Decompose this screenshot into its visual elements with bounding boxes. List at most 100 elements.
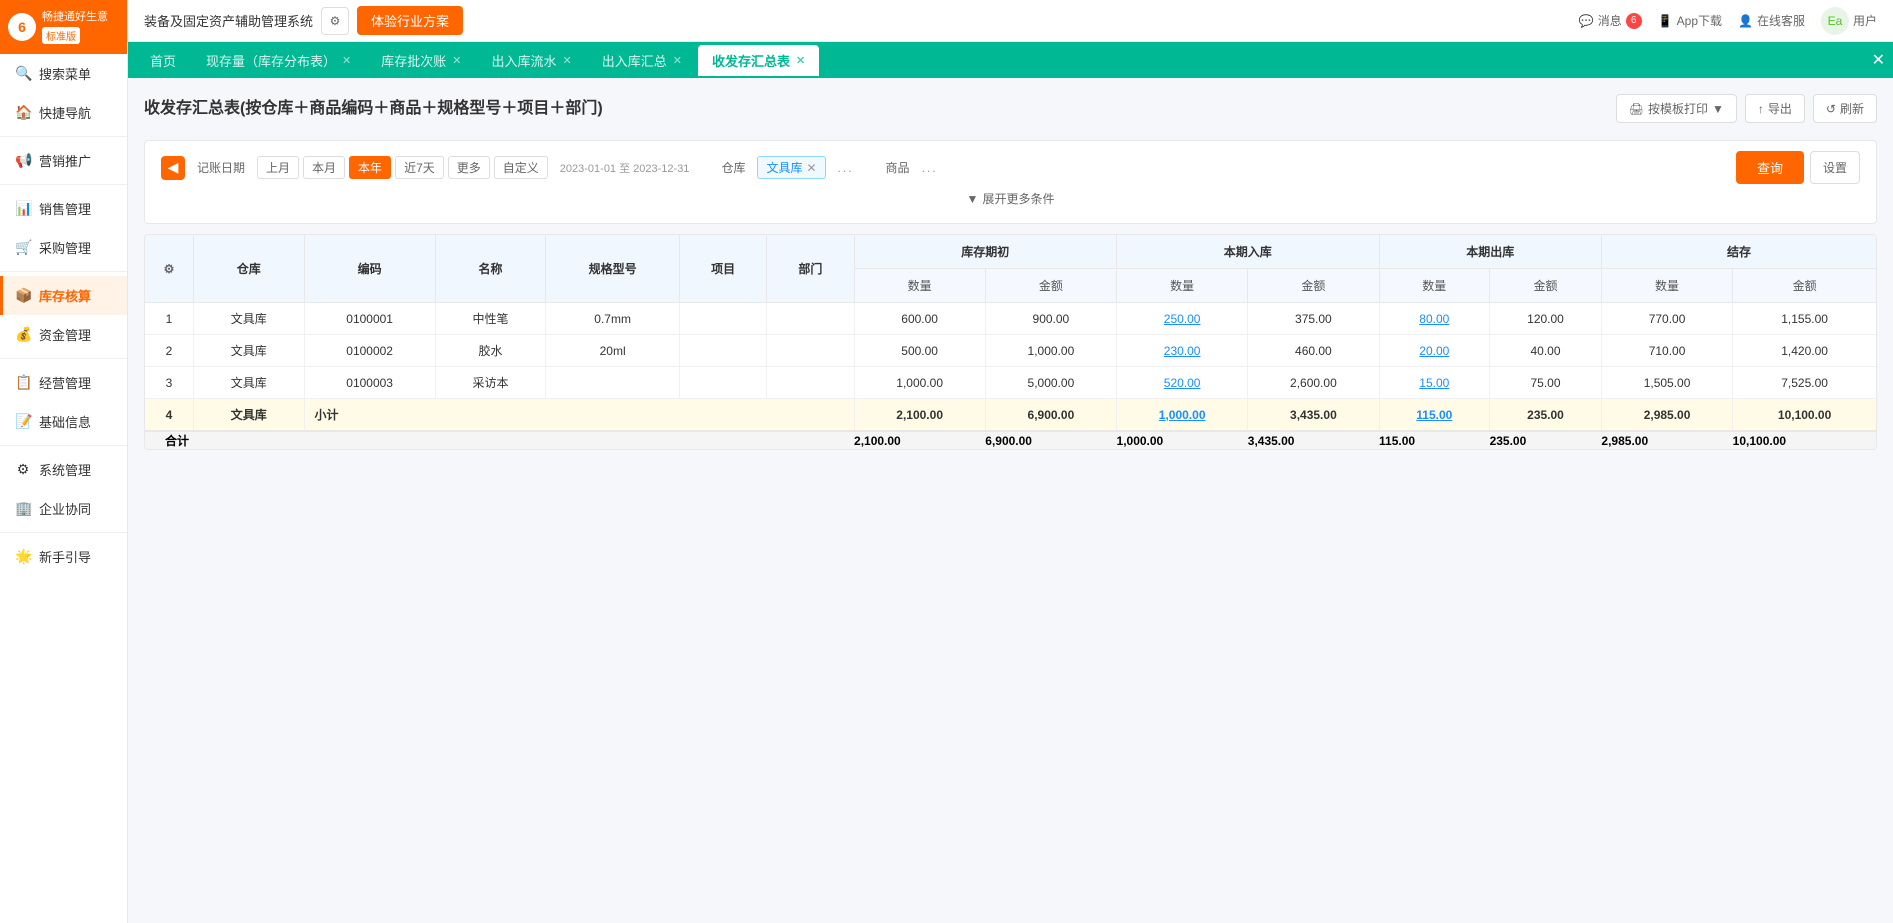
subtotal-in-qty[interactable]: 1,000.00: [1117, 399, 1248, 432]
tab-2[interactable]: 库存批次账✕: [367, 45, 475, 76]
print-button[interactable]: 🖨 按模板打印 ▼: [1616, 94, 1737, 123]
tab-5[interactable]: 收发存汇总表✕: [698, 45, 819, 76]
subtotal-balance-amt: 10,100.00: [1733, 399, 1876, 432]
basic-icon: 📝: [15, 413, 31, 430]
subtotal-out-qty[interactable]: 115.00: [1379, 399, 1490, 432]
tab-close-5[interactable]: ✕: [796, 54, 805, 67]
main-table: ⚙ 仓库 编码 名称 规格型号 项目 部门 库存期初 本期入库 本期出库 结存: [145, 235, 1876, 449]
inventory-icon: 📦: [15, 287, 31, 304]
date-btn-自定义[interactable]: 自定义: [494, 156, 548, 179]
messages-label: 消息: [1598, 12, 1622, 29]
cell-dept-2: [767, 367, 854, 399]
sidebar-item-purchase[interactable]: 🛒采购管理: [0, 228, 127, 267]
cell-out-qty-1[interactable]: 20.00: [1379, 335, 1490, 367]
filter-settings-button[interactable]: 设置: [1810, 151, 1860, 184]
sidebar-item-label-basic: 基础信息: [39, 412, 91, 431]
cell-in-amt-0: 375.00: [1248, 303, 1379, 335]
tab-close-1[interactable]: ✕: [342, 54, 351, 67]
sidebar-item-label-purchase: 采购管理: [39, 238, 91, 257]
table-header-row-1: ⚙ 仓库 编码 名称 规格型号 项目 部门 库存期初 本期入库 本期出库 结存: [145, 235, 1876, 269]
refresh-label: 刷新: [1840, 100, 1864, 117]
user-button[interactable]: Ea 用户: [1821, 7, 1877, 35]
print-arrow-icon: ▼: [1712, 102, 1724, 116]
sidebar-item-business[interactable]: 📋经营管理: [0, 363, 127, 402]
system-settings-button[interactable]: ⚙: [321, 7, 349, 35]
subtotal-in-amt: 3,435.00: [1248, 399, 1379, 432]
col-settings[interactable]: ⚙: [145, 235, 194, 303]
sidebar-item-label-enterprise: 企业协同: [39, 499, 91, 518]
tab-label-0: 首页: [150, 51, 176, 70]
table-row: 2 文具库 0100002 胶水 20ml 500.00 1,000.00 23…: [145, 335, 1876, 367]
trial-button[interactable]: 体验行业方案: [357, 6, 463, 35]
col-balance-amt: 金额: [1733, 269, 1876, 303]
cell-out-qty-2[interactable]: 15.00: [1379, 367, 1490, 399]
col-balance-qty: 数量: [1601, 269, 1732, 303]
cell-in-qty-2[interactable]: 520.00: [1117, 367, 1248, 399]
sidebar-item-label-search: 搜索菜单: [39, 64, 91, 83]
sidebar-item-quicknav[interactable]: 🏠快捷导航: [0, 93, 127, 132]
footer-balance-qty: 2,985.00: [1601, 431, 1732, 449]
warehouse-tag-close[interactable]: ✕: [806, 161, 816, 175]
online-service-button[interactable]: 👤 在线客服: [1738, 12, 1805, 29]
tab-close-2[interactable]: ✕: [452, 54, 461, 67]
sidebar-item-sales[interactable]: 📊销售管理: [0, 189, 127, 228]
tab-close-4[interactable]: ✕: [673, 54, 682, 67]
warehouse-more[interactable]: ...: [838, 161, 854, 175]
sidebar-item-basic[interactable]: 📝 基础信息: [0, 402, 127, 441]
col-project-header: 项目: [680, 235, 767, 303]
tab-3[interactable]: 出入库流水✕: [477, 45, 585, 76]
app-download-button[interactable]: 📱 App下载: [1658, 12, 1722, 29]
cell-opening-amt-2: 5,000.00: [985, 367, 1116, 399]
goods-more[interactable]: ...: [922, 161, 938, 175]
date-btn-更多[interactable]: 更多: [448, 156, 490, 179]
cell-code-0: 0100001: [304, 303, 435, 335]
quicknav-icon: 🏠: [15, 104, 31, 121]
main-area: 装备及固定资产辅助管理系统 ⚙ 体验行业方案 💬 消息 6 📱 App下载 👤 …: [128, 0, 1893, 923]
cell-dept-1: [767, 335, 854, 367]
sidebar-item-search[interactable]: 🔍搜索菜单: [0, 54, 127, 93]
tab-4[interactable]: 出入库汇总✕: [588, 45, 696, 76]
sales-icon: 📊: [15, 200, 31, 217]
sidebar-item-label-guide: 新手引导: [39, 547, 91, 566]
system-icon: ⚙: [15, 461, 31, 478]
date-btn-近7天[interactable]: 近7天: [395, 156, 444, 179]
date-btn-本年[interactable]: 本年: [349, 156, 391, 179]
messages-button[interactable]: 💬 消息 6: [1579, 12, 1642, 29]
cell-in-qty-1[interactable]: 230.00: [1117, 335, 1248, 367]
table-settings-icon[interactable]: ⚙: [155, 255, 183, 283]
warehouse-tag-value: 文具库: [766, 159, 802, 176]
col-in-header: 本期入库: [1117, 235, 1380, 269]
date-label: 记账日期: [197, 159, 245, 176]
date-btn-上月[interactable]: 上月: [257, 156, 299, 179]
sidebar-item-finance[interactable]: 💰资金管理: [0, 315, 127, 354]
cell-in-qty-0[interactable]: 250.00: [1117, 303, 1248, 335]
refresh-button[interactable]: ↺ 刷新: [1813, 94, 1877, 123]
cell-balance-amt-2: 7,525.00: [1733, 367, 1876, 399]
sidebar-item-label-system: 系统管理: [39, 460, 91, 479]
sidebar-item-guide[interactable]: 🌟新手引导: [0, 537, 127, 576]
tab-0[interactable]: 首页: [136, 45, 190, 76]
tab-label-1: 现存量（库存分布表）: [206, 51, 336, 70]
expand-more-button[interactable]: ▼ 展开更多条件: [161, 184, 1860, 213]
tab-bar: 首页现存量（库存分布表）✕库存批次账✕出入库流水✕出入库汇总✕收发存汇总表✕ ✕: [128, 42, 1893, 78]
sidebar-item-marketing[interactable]: 📢营销推广: [0, 141, 127, 180]
sidebar-item-system[interactable]: ⚙ 系统管理: [0, 450, 127, 489]
tab-close-3[interactable]: ✕: [563, 54, 572, 67]
export-label: 导出: [1768, 100, 1792, 117]
subtotal-seq: 4: [145, 399, 194, 432]
export-button[interactable]: ↑ 导出: [1745, 94, 1805, 123]
user-label: 用户: [1853, 12, 1877, 29]
top-header: 装备及固定资产辅助管理系统 ⚙ 体验行业方案 💬 消息 6 📱 App下载 👤 …: [128, 0, 1893, 42]
tab-1[interactable]: 现存量（库存分布表） ✕: [192, 45, 365, 76]
date-btn-本月[interactable]: 本月: [303, 156, 345, 179]
cell-out-qty-0[interactable]: 80.00: [1379, 303, 1490, 335]
tab-bar-close-button[interactable]: ✕: [1872, 50, 1885, 70]
cell-balance-qty-1: 710.00: [1601, 335, 1732, 367]
subtotal-label: 小计: [304, 399, 854, 432]
query-button[interactable]: 查询: [1736, 151, 1804, 184]
warehouse-label: 仓库: [721, 159, 745, 176]
sidebar-item-inventory[interactable]: 📦库存核算: [0, 276, 127, 315]
sidebar-item-enterprise[interactable]: 🏢企业协同: [0, 489, 127, 528]
filter-expand-button[interactable]: ◀: [161, 156, 185, 180]
cell-name-1: 胶水: [435, 335, 546, 367]
